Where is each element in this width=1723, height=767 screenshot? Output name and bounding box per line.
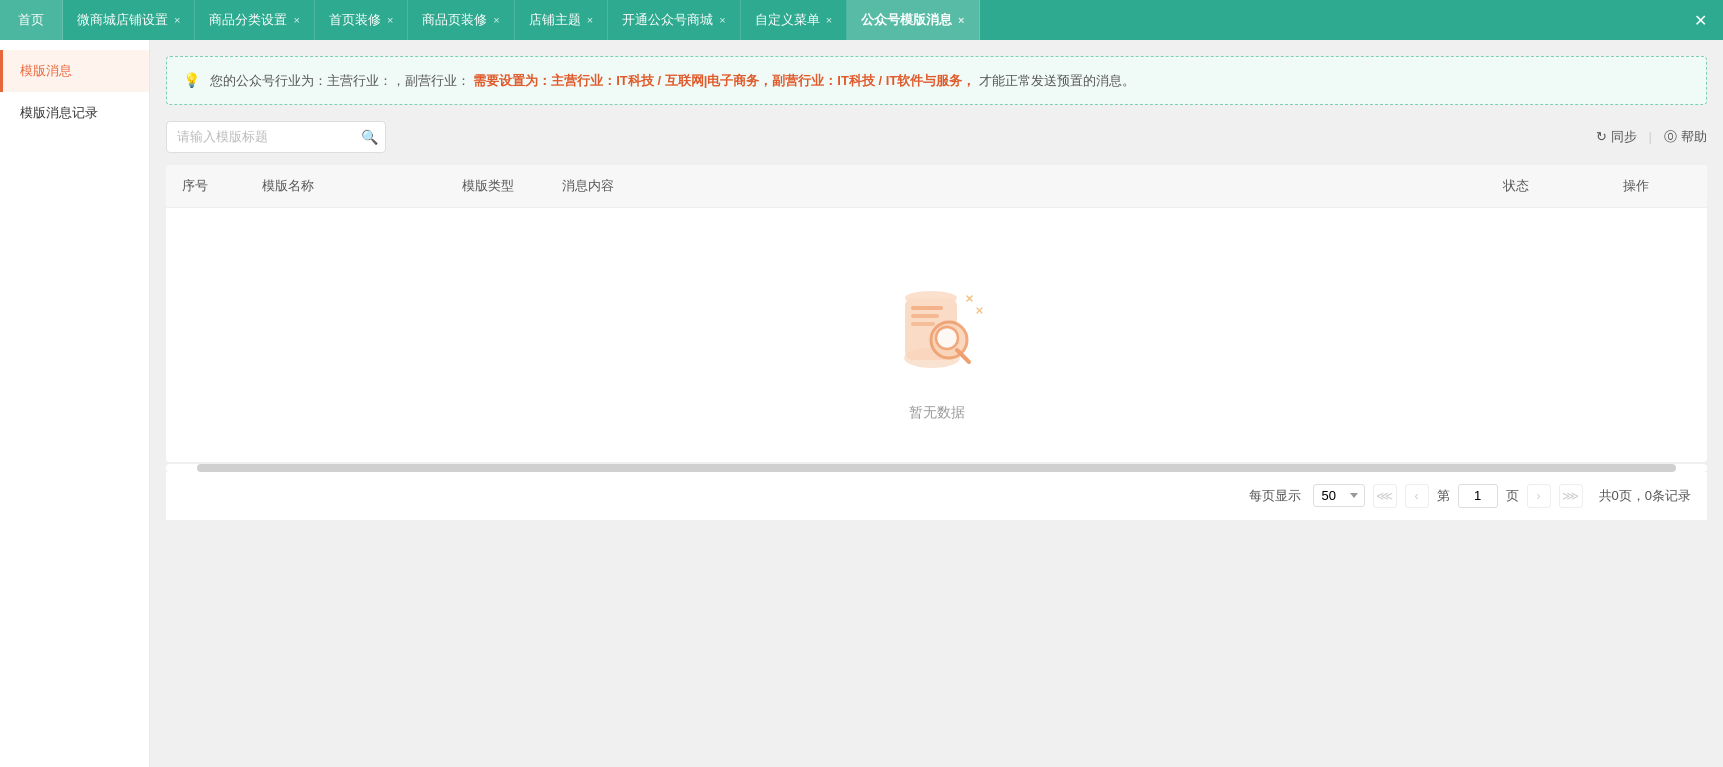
close-all-button[interactable]: ✕ bbox=[1678, 0, 1723, 40]
col-header-name: 模版名称 bbox=[246, 165, 446, 208]
help-icon: ⓪ bbox=[1664, 128, 1677, 146]
tab-custom-menu[interactable]: 自定义菜单 × bbox=[741, 0, 847, 40]
col-header-index: 序号 bbox=[166, 165, 246, 208]
notice-highlight: 需要设置为：主营行业：IT科技 / 互联网|电子商务，副营行业：IT科技 / I… bbox=[473, 73, 975, 88]
col-header-type: 模版类型 bbox=[446, 165, 546, 208]
page-size-select[interactable]: 10 20 50 100 bbox=[1313, 484, 1365, 507]
sidebar-item-template-msg-label: 模版消息 bbox=[20, 63, 72, 78]
search-input[interactable] bbox=[166, 121, 386, 153]
help-label: 帮助 bbox=[1681, 128, 1707, 146]
search-actions: ↻ 同步 | ⓪ 帮助 bbox=[1596, 128, 1707, 146]
empty-state: 暂无数据 bbox=[166, 208, 1707, 462]
svg-rect-3 bbox=[911, 314, 939, 318]
scroll-bar-area[interactable] bbox=[166, 464, 1707, 472]
notice-prefix: 您的公众号行业为：主营行业：，副营行业： bbox=[210, 73, 470, 88]
sidebar: 模版消息 模版消息记录 bbox=[0, 40, 150, 767]
page-num-input[interactable] bbox=[1458, 484, 1498, 508]
tab-template-msg[interactable]: 公众号模版消息 × bbox=[847, 0, 979, 40]
sync-label: 同步 bbox=[1611, 128, 1637, 146]
notice-box: 💡 您的公众号行业为：主营行业：，副营行业： 需要设置为：主营行业：IT科技 /… bbox=[166, 56, 1707, 105]
page-first-icon[interactable]: ⋘ bbox=[1373, 484, 1397, 508]
close-homepage-decor-icon[interactable]: × bbox=[387, 14, 393, 26]
sidebar-item-template-record-label: 模版消息记录 bbox=[20, 105, 98, 120]
sidebar-item-template-msg[interactable]: 模版消息 bbox=[0, 50, 149, 92]
svg-rect-2 bbox=[911, 306, 943, 310]
page-size-label: 每页显示 bbox=[1249, 487, 1301, 505]
tab-home[interactable]: 首页 bbox=[0, 0, 63, 40]
tab-custom-menu-label: 自定义菜单 bbox=[755, 11, 820, 29]
tab-category[interactable]: 商品分类设置 × bbox=[195, 0, 314, 40]
close-wechat-shop-icon[interactable]: × bbox=[174, 14, 180, 26]
help-button[interactable]: ⓪ 帮助 bbox=[1664, 128, 1707, 146]
tab-home-label: 首页 bbox=[18, 11, 44, 29]
tab-template-msg-label: 公众号模版消息 bbox=[861, 11, 952, 29]
svg-point-7 bbox=[936, 327, 958, 349]
tab-wechat-shop-label: 微商城店铺设置 bbox=[77, 11, 168, 29]
close-theme-icon[interactable]: × bbox=[587, 14, 593, 26]
close-custom-menu-icon[interactable]: × bbox=[826, 14, 832, 26]
table-header-row: 序号 模版名称 模版类型 消息内容 状态 操作 bbox=[166, 165, 1707, 208]
page-last-icon[interactable]: ⋙ bbox=[1559, 484, 1583, 508]
top-nav: 首页 微商城店铺设置 × 商品分类设置 × 首页装修 × 商品页装修 × 店铺主… bbox=[0, 0, 1723, 40]
close-category-icon[interactable]: × bbox=[293, 14, 299, 26]
col-header-content: 消息内容 bbox=[546, 165, 1487, 208]
tab-product-decor[interactable]: 商品页装修 × bbox=[408, 0, 514, 40]
col-header-action: 操作 bbox=[1607, 165, 1707, 208]
tab-open-mall[interactable]: 开通公众号商城 × bbox=[608, 0, 740, 40]
search-icon[interactable]: 🔍 bbox=[361, 129, 378, 145]
svg-point-5 bbox=[905, 291, 957, 305]
tab-theme[interactable]: 店铺主题 × bbox=[515, 0, 608, 40]
content-area: 💡 您的公众号行业为：主营行业：，副营行业： 需要设置为：主营行业：IT科技 /… bbox=[150, 40, 1723, 767]
total-info: 共0页，0条记录 bbox=[1599, 487, 1691, 505]
sync-icon: ↻ bbox=[1596, 129, 1607, 144]
data-table: 序号 模版名称 模版类型 消息内容 状态 操作 bbox=[166, 165, 1707, 462]
page-suffix: 页 bbox=[1506, 487, 1519, 505]
close-template-msg-icon[interactable]: × bbox=[958, 14, 964, 26]
search-bar: 🔍 ↻ 同步 | ⓪ 帮助 bbox=[166, 121, 1707, 153]
close-open-mall-icon[interactable]: × bbox=[719, 14, 725, 26]
scroll-bar-inner bbox=[197, 464, 1676, 472]
notice-icon: 💡 bbox=[183, 72, 200, 88]
close-product-decor-icon[interactable]: × bbox=[493, 14, 499, 26]
main-layout: 模版消息 模版消息记录 💡 您的公众号行业为：主营行业：，副营行业： 需要设置为… bbox=[0, 40, 1723, 767]
tab-category-label: 商品分类设置 bbox=[209, 11, 287, 29]
page-prev-icon[interactable]: ‹ bbox=[1405, 484, 1429, 508]
empty-text: 暂无数据 bbox=[909, 404, 965, 422]
empty-row: 暂无数据 bbox=[166, 207, 1707, 462]
tab-product-decor-label: 商品页装修 bbox=[422, 11, 487, 29]
pagination: 每页显示 10 20 50 100 ⋘ ‹ 第 页 › ⋙ 共0页，0条记录 bbox=[166, 472, 1707, 520]
sidebar-item-template-record[interactable]: 模版消息记录 bbox=[0, 92, 149, 134]
col-header-status: 状态 bbox=[1487, 165, 1607, 208]
search-input-wrap: 🔍 bbox=[166, 121, 386, 153]
sync-button[interactable]: ↻ 同步 bbox=[1596, 128, 1637, 146]
tab-homepage-decor-label: 首页装修 bbox=[329, 11, 381, 29]
svg-rect-4 bbox=[911, 322, 935, 326]
tab-homepage-decor[interactable]: 首页装修 × bbox=[315, 0, 408, 40]
page-next-icon[interactable]: › bbox=[1527, 484, 1551, 508]
notice-suffix: 才能正常发送预置的消息。 bbox=[979, 73, 1135, 88]
tab-wechat-shop[interactable]: 微商城店铺设置 × bbox=[63, 0, 195, 40]
empty-icon bbox=[877, 268, 997, 388]
tab-open-mall-label: 开通公众号商城 bbox=[622, 11, 713, 29]
divider: | bbox=[1649, 129, 1652, 144]
tab-theme-label: 店铺主题 bbox=[529, 11, 581, 29]
page-word: 第 bbox=[1437, 487, 1450, 505]
